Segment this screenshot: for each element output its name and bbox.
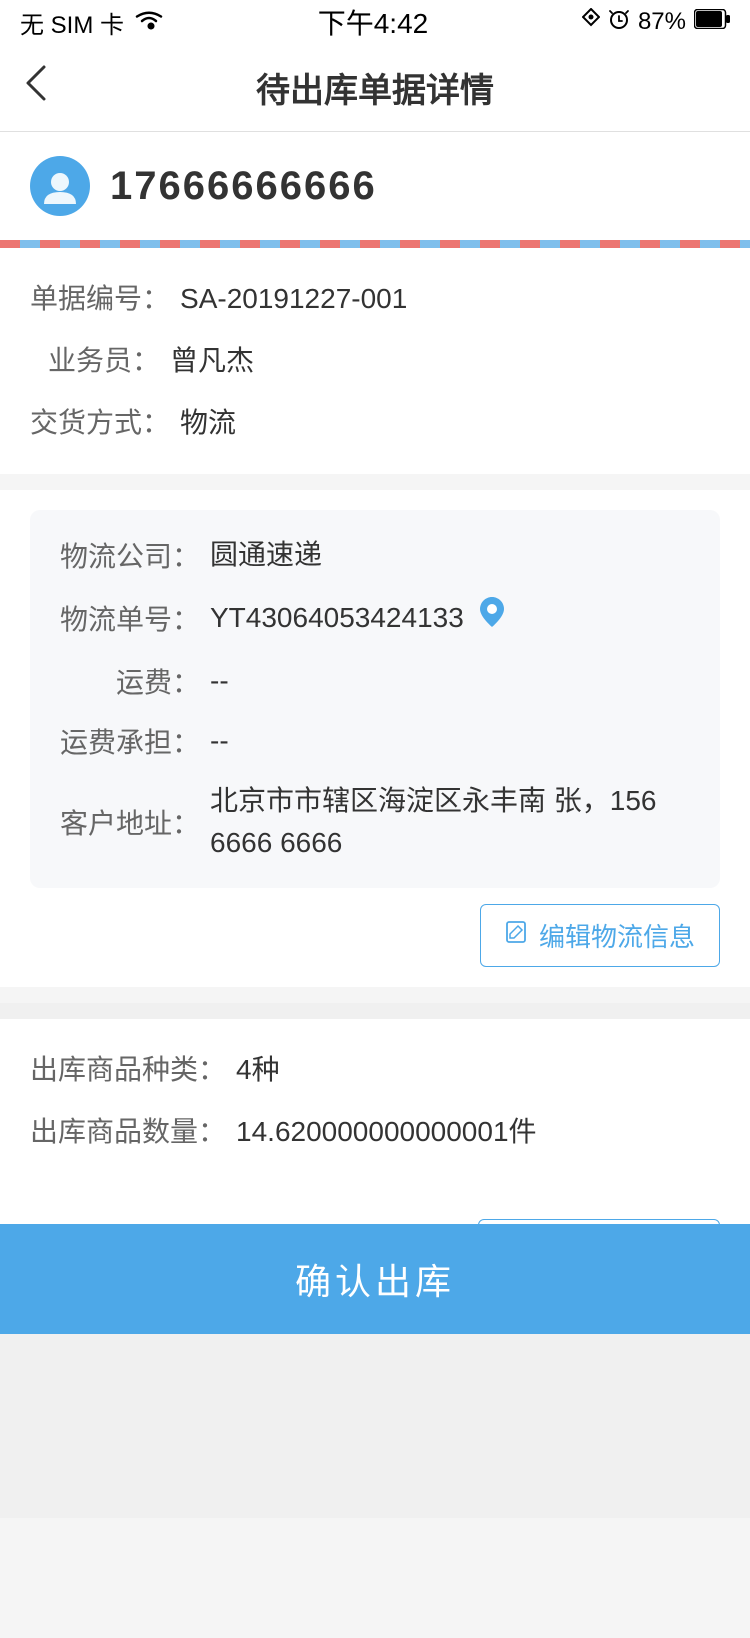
section-divider-1 xyxy=(0,1003,750,1019)
time-display: 下午4:42 xyxy=(318,2,429,42)
document-number-label: 单据编号： xyxy=(30,278,180,320)
address-value: 北京市市辖区海淀区永丰南 张，156 6666 6666 xyxy=(210,780,700,864)
delivery-method-value: 物流 xyxy=(180,402,720,444)
delivery-method-row: 交货方式： 物流 xyxy=(30,402,720,444)
goods-quantity-row: 出库商品数量： 14.620000000000001件 xyxy=(30,1111,720,1153)
freight-bearer-row: 运费承担： -- xyxy=(50,720,700,762)
location-service-icon xyxy=(582,8,600,37)
battery-icon xyxy=(694,8,730,36)
goods-type-value: 4种 xyxy=(236,1049,720,1091)
delivery-method-label: 交货方式： xyxy=(30,402,180,444)
freight-label: 运费： xyxy=(50,661,210,701)
page-spacer xyxy=(0,1318,750,1518)
avatar xyxy=(30,156,90,216)
carrier-label: 无 SIM 卡 xyxy=(20,5,124,40)
wifi-icon xyxy=(134,8,164,37)
logistics-company-row: 物流公司： 圆通速递 xyxy=(50,534,700,576)
tracking-number-label: 物流单号： xyxy=(50,598,210,638)
goods-quantity-label: 出库商品数量： xyxy=(30,1111,236,1153)
goods-type-row: 出库商品种类： 4种 xyxy=(30,1049,720,1091)
freight-bearer-label: 运费承担： xyxy=(50,721,210,761)
logistics-wrapper: 物流公司： 圆通速递 物流单号： YT43064053424133 运费： xyxy=(0,490,750,987)
document-info-section: 单据编号： SA-20191227-001 业务员： 曾凡杰 交货方式： 物流 xyxy=(0,248,750,474)
status-bar: 无 SIM 卡 下午4:42 87% xyxy=(0,0,750,44)
back-button[interactable] xyxy=(24,63,48,112)
tracking-location-icon[interactable] xyxy=(478,594,506,642)
edit-logistics-label: 编辑物流信息 xyxy=(539,917,695,954)
customer-phone: 17666666666 xyxy=(110,164,377,209)
status-left: 无 SIM 卡 xyxy=(20,5,164,40)
nav-bar: 待出库单据详情 xyxy=(0,44,750,132)
logistics-company-label: 物流公司： xyxy=(50,535,210,575)
freight-value: -- xyxy=(210,660,700,702)
goods-quantity-value: 14.620000000000001件 xyxy=(236,1111,720,1153)
dashed-divider xyxy=(0,240,750,248)
address-label: 客户地址： xyxy=(50,802,210,842)
logistics-company-value: 圆通速递 xyxy=(210,534,700,576)
alarm-icon xyxy=(608,8,630,37)
confirm-button-label: 确认出库 xyxy=(295,1253,455,1305)
edit-logistics-btn-row: 编辑物流信息 xyxy=(0,904,750,987)
page-title: 待出库单据详情 xyxy=(256,63,494,112)
status-right: 87% xyxy=(582,8,730,37)
battery-percent: 87% xyxy=(638,8,686,36)
logistics-card: 物流公司： 圆通速递 物流单号： YT43064053424133 运费： xyxy=(30,510,720,888)
document-number-row: 单据编号： SA-20191227-001 xyxy=(30,278,720,320)
goods-section: 出库商品种类： 4种 出库商品数量： 14.620000000000001件 xyxy=(0,1019,750,1203)
customer-card: 17666666666 xyxy=(0,132,750,240)
freight-row: 运费： -- xyxy=(50,660,700,702)
confirm-button-bar[interactable]: 确认出库 xyxy=(0,1224,750,1334)
sales-person-row: 业务员： 曾凡杰 xyxy=(30,340,720,382)
document-number-value: SA-20191227-001 xyxy=(180,278,720,320)
address-row: 客户地址： 北京市市辖区海淀区永丰南 张，156 6666 6666 xyxy=(50,780,700,864)
sales-person-value: 曾凡杰 xyxy=(170,340,720,382)
edit-logistics-button[interactable]: 编辑物流信息 xyxy=(480,904,720,967)
content-area: 17666666666 单据编号： SA-20191227-001 业务员： 曾… xyxy=(0,132,750,1638)
goods-type-label: 出库商品种类： xyxy=(30,1049,236,1091)
tracking-number-row: 物流单号： YT43064053424133 xyxy=(50,594,700,642)
tracking-number-value: YT43064053424133 xyxy=(210,594,700,642)
freight-bearer-value: -- xyxy=(210,720,700,762)
edit-icon xyxy=(505,920,529,951)
sales-person-label: 业务员： xyxy=(30,340,170,382)
